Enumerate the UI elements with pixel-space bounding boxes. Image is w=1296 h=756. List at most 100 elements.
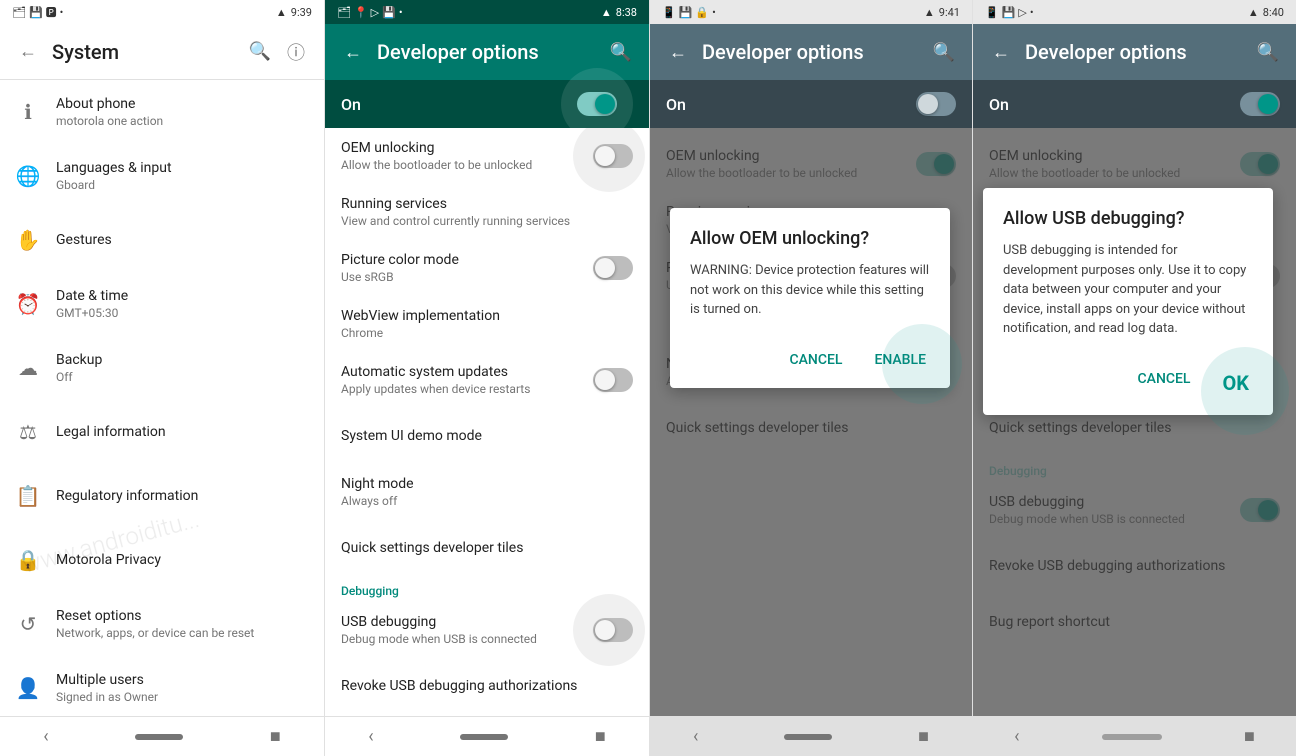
nav-home-r1[interactable] [784, 734, 832, 740]
oem-dialog: Allow OEM unlocking? WARNING: Device pro… [670, 208, 950, 388]
time-left: 9:39 [291, 6, 312, 19]
nav-home-left[interactable] [135, 734, 183, 740]
developer-options-panel: 🗂 📍 ▷ 💾 • ▲ 8:38 ← Developer options 🔍 O… [325, 0, 650, 756]
usb-debugging-item[interactable]: USB debugging Debug mode when USB is con… [325, 602, 649, 658]
overlay-container-r1: OEM unlocking Allow the bootloader to be… [650, 128, 972, 716]
wifi-icon-middle: ▲ [601, 6, 612, 19]
on-toggle[interactable] [577, 92, 617, 116]
oem-unlocking-title: OEM unlocking [341, 140, 593, 156]
r2-icon2: 💾 [1002, 6, 1016, 19]
settings-item-languages[interactable]: 🌐 Languages & input Gboard [0, 144, 324, 208]
system-ui-item[interactable]: System UI demo mode [325, 408, 649, 464]
auto-updates-item[interactable]: Automatic system updates Apply updates w… [325, 352, 649, 408]
picture-color-item[interactable]: Picture color mode Use sRGB [325, 240, 649, 296]
nav-back-r1[interactable]: ‹ [693, 726, 698, 747]
settings-item-gestures[interactable]: ✋ Gestures [0, 208, 324, 272]
legal-icon: ⚖ [16, 420, 40, 444]
nav-back-r2[interactable]: ‹ [1014, 726, 1019, 747]
search-r2[interactable]: 🔍 [1256, 40, 1280, 64]
night-mode-item[interactable]: Night mode Always off [325, 464, 649, 520]
settings-item-backup[interactable]: ☁ Backup Off [0, 336, 324, 400]
auto-updates-toggle[interactable] [593, 368, 633, 392]
running-services-item[interactable]: Running services View and control curren… [325, 184, 649, 240]
app-bar-r1: ← Developer options 🔍 [650, 24, 972, 80]
revoke-usb-item[interactable]: Revoke USB debugging authorizations [325, 658, 649, 714]
usb-debugging-toggle[interactable] [593, 618, 633, 642]
oem-unlocking-item[interactable]: OEM unlocking Allow the bootloader to be… [325, 128, 649, 184]
settings-item-legal[interactable]: ⚖ Legal information [0, 400, 324, 464]
nav-back-middle[interactable]: ‹ [368, 726, 373, 747]
back-button-left[interactable]: ← [16, 40, 40, 64]
oem-dialog-body: WARNING: Device protection features will… [670, 261, 950, 336]
page-title-middle: Developer options [377, 40, 597, 64]
notif-r1: 📱 💾 🔒 • [662, 6, 716, 19]
nav-recents-left[interactable]: ■ [270, 726, 281, 747]
nav-bar-middle: ‹ ■ [325, 716, 649, 756]
settings-list-left: ℹ About phone motorola one action 🌐 Lang… [0, 80, 324, 716]
search-button-left[interactable]: 🔍 [248, 40, 272, 64]
nav-recents-r2[interactable]: ■ [1244, 726, 1255, 747]
time-middle: 8:38 [616, 6, 637, 19]
on-toggle-r1[interactable] [916, 92, 956, 116]
on-header-middle[interactable]: On [325, 80, 649, 128]
status-icons-left: ▲ 9:39 [276, 6, 312, 19]
usb-debugging-title: USB debugging [341, 614, 593, 630]
settings-item-privacy[interactable]: 🔒 Motorola Privacy [0, 528, 324, 592]
on-label-r2: On [989, 95, 1240, 114]
settings-item-users[interactable]: 👤 Multiple users Signed in as Owner [0, 656, 324, 716]
r2-icon1: 📱 [985, 6, 999, 19]
gestures-label: Gestures [56, 232, 308, 248]
notif-m3: ▷ [371, 6, 379, 19]
notif-icon-2: 💾 [29, 6, 43, 19]
status-bar-middle: 🗂 📍 ▷ 💾 • ▲ 8:38 [325, 0, 649, 24]
oem-dialog-title: Allow OEM unlocking? [670, 208, 950, 261]
night-mode-subtitle: Always off [341, 494, 633, 508]
back-r1[interactable]: ← [666, 40, 690, 64]
nav-home-r2[interactable] [1102, 734, 1162, 740]
regulatory-label: Regulatory information [56, 488, 308, 504]
settings-item-datetime[interactable]: ⏰ Date & time GMT+05:30 [0, 272, 324, 336]
time-r1: 9:41 [939, 6, 960, 19]
running-services-subtitle: View and control currently running servi… [341, 214, 633, 228]
search-r1[interactable]: 🔍 [932, 40, 956, 64]
webview-item[interactable]: WebView implementation Chrome [325, 296, 649, 352]
oem-unlocking-toggle[interactable] [593, 144, 633, 168]
nav-recents-r1[interactable]: ■ [918, 726, 929, 747]
back-button-middle[interactable]: ← [341, 40, 365, 64]
on-label-middle: On [341, 95, 561, 114]
wifi-r1: ▲ [924, 6, 935, 19]
settings-item-reset[interactable]: ↺ Reset options Network, apps, or device… [0, 592, 324, 656]
notif-dot: • [60, 6, 64, 19]
system-ui-title: System UI demo mode [341, 428, 633, 444]
nav-recents-middle[interactable]: ■ [595, 726, 606, 747]
oem-dialog-panel: 📱 💾 🔒 • ▲ 9:41 ← Developer options 🔍 On … [650, 0, 973, 756]
app-bar-left: ← System 🔍 ⓘ [0, 24, 324, 80]
settings-item-about-phone[interactable]: ℹ About phone motorola one action [0, 80, 324, 144]
about-phone-icon: ℹ [16, 100, 40, 124]
usb-debugging-subtitle: Debug mode when USB is connected [341, 632, 593, 646]
status-icons-r1: ▲ 9:41 [924, 6, 960, 19]
picture-color-title: Picture color mode [341, 252, 593, 268]
quick-settings-item[interactable]: Quick settings developer tiles [325, 520, 649, 576]
usb-dialog: Allow USB debugging? USB debugging is in… [983, 188, 1273, 415]
reset-subtitle: Network, apps, or device can be reset [56, 626, 308, 640]
nav-bar-left: ‹ ■ [0, 716, 324, 756]
usb-dialog-body: USB debugging is intended for developmen… [983, 241, 1273, 355]
search-button-middle[interactable]: 🔍 [609, 40, 633, 64]
oem-cancel-button[interactable]: Cancel [777, 344, 854, 376]
notif-r2: 📱 💾 ▷ • [985, 6, 1034, 19]
picture-color-toggle[interactable] [593, 256, 633, 280]
running-services-title: Running services [341, 196, 633, 212]
nav-back-left[interactable]: ‹ [43, 726, 48, 747]
reset-icon: ↺ [16, 612, 40, 636]
status-icons-r2: ▲ 8:40 [1248, 6, 1284, 19]
languages-icon: 🌐 [16, 164, 40, 188]
legal-label: Legal information [56, 424, 308, 440]
settings-item-regulatory[interactable]: 📋 Regulatory information [0, 464, 324, 528]
help-button-left[interactable]: ⓘ [284, 40, 308, 64]
on-toggle-r2[interactable] [1240, 92, 1280, 116]
usb-cancel-button[interactable]: Cancel [1126, 363, 1203, 403]
privacy-icon: 🔒 [16, 548, 40, 572]
nav-home-middle[interactable] [460, 734, 508, 740]
back-r2[interactable]: ← [989, 40, 1013, 64]
